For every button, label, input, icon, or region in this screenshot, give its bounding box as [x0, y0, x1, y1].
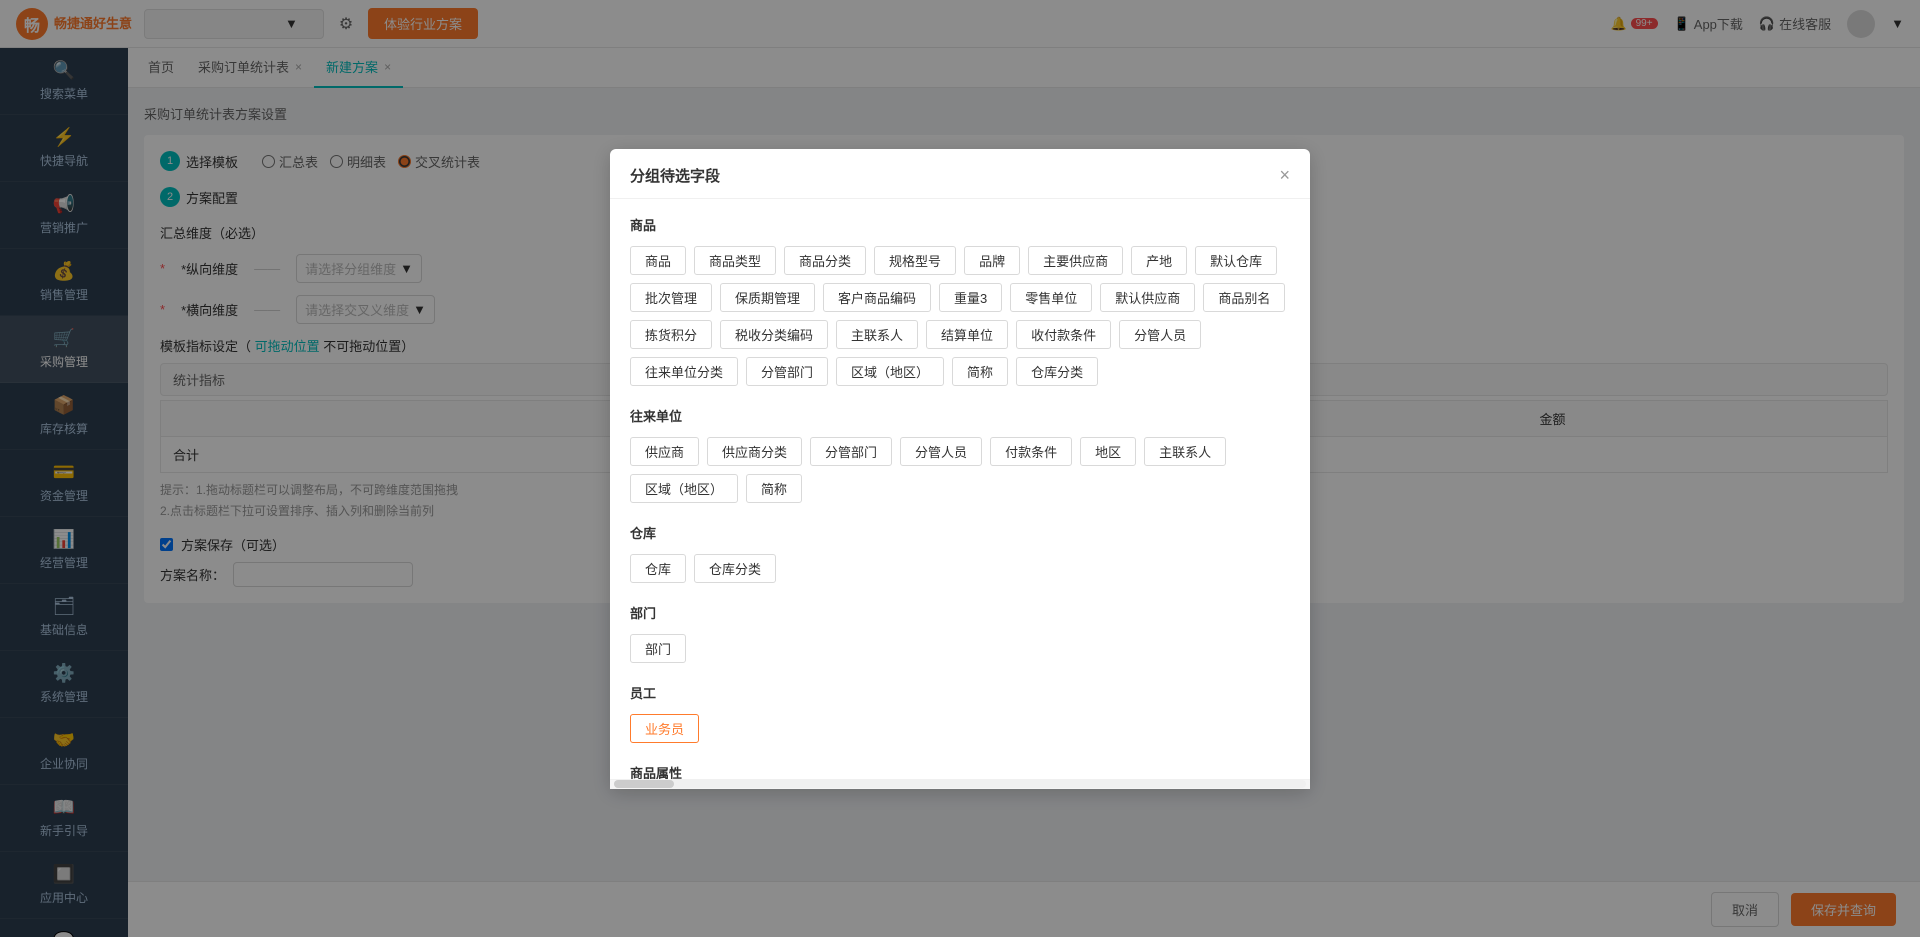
section-partner-tags: 供应商 供应商分类 分管部门 分管人员 付款条件 地区 主联系人 区域（地区） … — [630, 437, 1290, 503]
field-tag[interactable]: 重量3 — [939, 283, 1002, 312]
field-tag[interactable]: 主要供应商 — [1028, 246, 1123, 275]
field-tag[interactable]: 默认仓库 — [1195, 246, 1277, 275]
field-tag[interactable]: 主联系人 — [836, 320, 918, 349]
field-tag[interactable]: 供应商分类 — [707, 437, 802, 466]
field-tag[interactable]: 区域（地区） — [836, 357, 944, 386]
section-dept-tags: 部门 — [630, 634, 1290, 663]
section-dept-title: 部门 — [630, 603, 1290, 622]
field-tag[interactable]: 税收分类编码 — [720, 320, 828, 349]
field-tag[interactable]: 客户商品编码 — [823, 283, 931, 312]
section-warehouse: 仓库 仓库 仓库分类 — [630, 523, 1290, 583]
section-partner: 往来单位 供应商 供应商分类 分管部门 分管人员 付款条件 地区 主联系人 区域… — [630, 406, 1290, 503]
section-warehouse-title: 仓库 — [630, 523, 1290, 542]
field-tag[interactable]: 零售单位 — [1010, 283, 1092, 312]
modal-title: 分组待选字段 — [630, 165, 720, 186]
field-tag[interactable]: 结算单位 — [926, 320, 1008, 349]
field-tag[interactable]: 往来单位分类 — [630, 357, 738, 386]
field-tag[interactable]: 产地 — [1131, 246, 1187, 275]
modal-header: 分组待选字段 × — [610, 149, 1310, 199]
modal-close-button[interactable]: × — [1279, 166, 1290, 184]
section-staff: 员工 业务员 — [630, 683, 1290, 743]
field-tag[interactable]: 分管部门 — [810, 437, 892, 466]
field-tag[interactable]: 收付款条件 — [1016, 320, 1111, 349]
field-tag[interactable]: 分管人员 — [900, 437, 982, 466]
field-tag[interactable]: 部门 — [630, 634, 686, 663]
field-tag[interactable]: 仓库分类 — [694, 554, 776, 583]
section-goods-title: 商品 — [630, 215, 1290, 234]
field-tag[interactable]: 仓库分类 — [1016, 357, 1098, 386]
field-tag[interactable]: 保质期管理 — [720, 283, 815, 312]
field-tag[interactable]: 批次管理 — [630, 283, 712, 312]
section-product-attr: 商品属性 属性 颜色 多规格 尺码 鞋码 1 — [630, 763, 1290, 779]
field-tag[interactable]: 简称 — [746, 474, 802, 503]
modal-overlay: 分组待选字段 × 商品 商品 商品类型 商品分类 规格型号 品牌 主要供应商 产… — [0, 0, 1920, 937]
modal-horizontal-scrollbar[interactable] — [610, 779, 1310, 789]
section-warehouse-tags: 仓库 仓库分类 — [630, 554, 1290, 583]
section-staff-title: 员工 — [630, 683, 1290, 702]
field-tag[interactable]: 分管部门 — [746, 357, 828, 386]
section-staff-tags: 业务员 — [630, 714, 1290, 743]
field-tag[interactable]: 付款条件 — [990, 437, 1072, 466]
field-tag[interactable]: 商品类型 — [694, 246, 776, 275]
field-tag[interactable]: 默认供应商 — [1100, 283, 1195, 312]
field-tag[interactable]: 分管人员 — [1119, 320, 1201, 349]
field-tag[interactable]: 商品别名 — [1203, 283, 1285, 312]
field-tag[interactable]: 品牌 — [964, 246, 1020, 275]
scroll-thumb — [614, 780, 674, 788]
field-tag[interactable]: 拣货积分 — [630, 320, 712, 349]
section-partner-title: 往来单位 — [630, 406, 1290, 425]
field-tag[interactable]: 商品 — [630, 246, 686, 275]
field-tag[interactable]: 简称 — [952, 357, 1008, 386]
field-tag-selected[interactable]: 业务员 — [630, 714, 699, 743]
field-tag[interactable]: 供应商 — [630, 437, 699, 466]
section-goods-tags: 商品 商品类型 商品分类 规格型号 品牌 主要供应商 产地 默认仓库 批次管理 … — [630, 246, 1290, 386]
field-tag[interactable]: 仓库 — [630, 554, 686, 583]
section-goods: 商品 商品 商品类型 商品分类 规格型号 品牌 主要供应商 产地 默认仓库 批次… — [630, 215, 1290, 386]
field-tag[interactable]: 主联系人 — [1144, 437, 1226, 466]
field-tag[interactable]: 地区 — [1080, 437, 1136, 466]
section-dept: 部门 部门 — [630, 603, 1290, 663]
section-product-attr-title: 商品属性 — [630, 763, 1290, 779]
field-tag[interactable]: 区域（地区） — [630, 474, 738, 503]
field-tag[interactable]: 规格型号 — [874, 246, 956, 275]
field-tag[interactable]: 商品分类 — [784, 246, 866, 275]
modal-body: 商品 商品 商品类型 商品分类 规格型号 品牌 主要供应商 产地 默认仓库 批次… — [610, 199, 1310, 779]
modal: 分组待选字段 × 商品 商品 商品类型 商品分类 规格型号 品牌 主要供应商 产… — [610, 149, 1310, 789]
